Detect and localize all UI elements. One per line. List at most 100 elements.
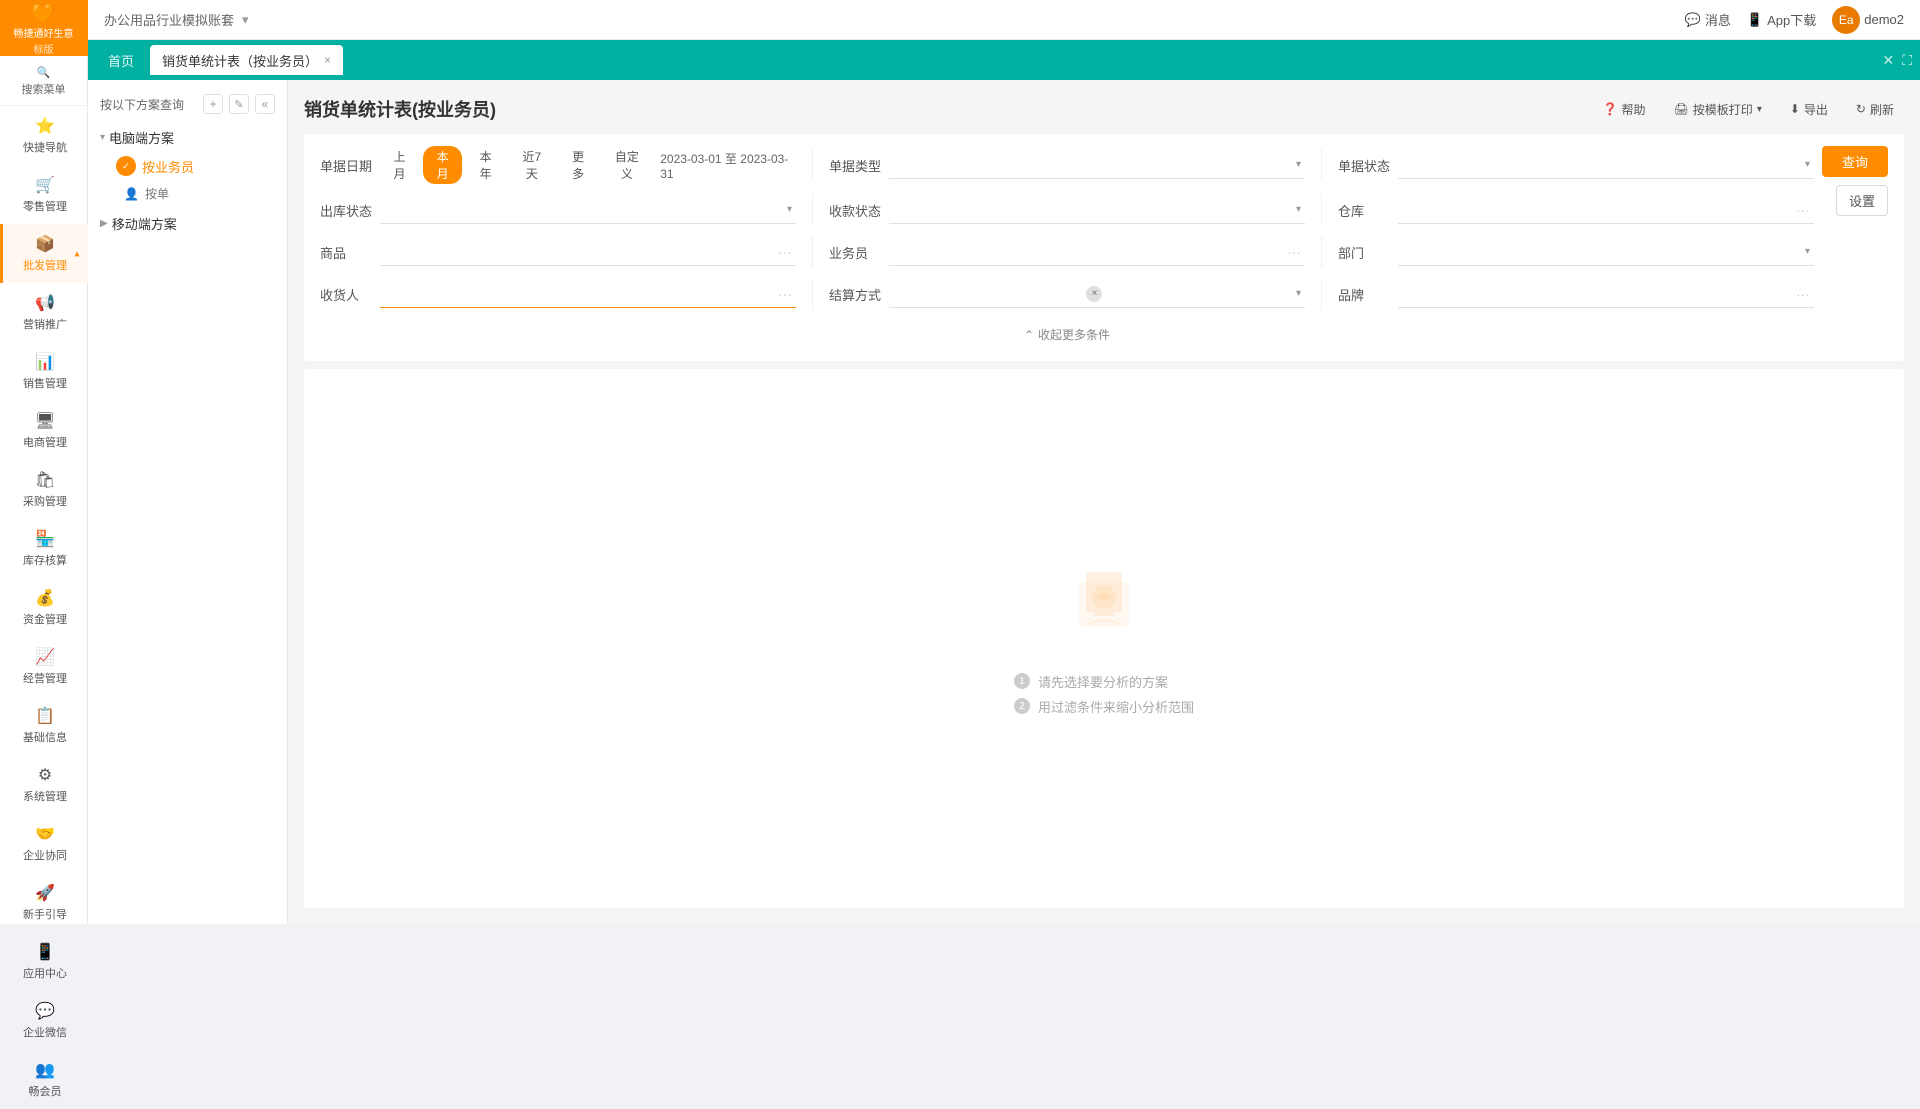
ecommerce-label: 电商管理 (23, 434, 67, 450)
retail-icon: 🛒 (35, 175, 55, 195)
bill-type-input[interactable]: ▾ (889, 151, 1305, 179)
filter-bill-status: 单据状态 ▾ (1338, 149, 1814, 181)
sidebar-item-ecommerce[interactable]: 🖥 电商管理 (0, 401, 88, 460)
edit-scheme-btn[interactable]: ✎ (229, 94, 249, 114)
print-arrow: ▾ (1757, 104, 1762, 115)
tip-1-num: 1 (1014, 673, 1030, 689)
out-status-input[interactable]: ▾ (380, 196, 796, 224)
close-window-icon[interactable]: ✕ (1882, 52, 1894, 69)
out-status-arrow: ▾ (787, 204, 792, 215)
refresh-btn[interactable]: ↻ 刷新 (1846, 97, 1904, 122)
sidebar-item-app-center[interactable]: 📱 应用中心 (0, 932, 88, 991)
scheme-sub-label: 按单 (145, 185, 169, 202)
brand-input[interactable]: ··· (1398, 280, 1814, 308)
filter-receiver: 收货人 ··· (320, 278, 796, 310)
receiver-input[interactable]: ··· (380, 280, 796, 308)
date-last-month-btn[interactable]: 上月 (380, 146, 419, 184)
sidebar-item-retail[interactable]: 🛒 零售管理 (0, 165, 88, 224)
app-download-btn[interactable]: 📱 App下载 (1747, 10, 1816, 29)
sidebar-item-enterprise[interactable]: 🤝 企业协同 (0, 814, 88, 873)
scheme-sub-item-by-order[interactable]: 👤 按单 (88, 181, 287, 206)
export-label: 导出 (1804, 101, 1828, 118)
sidebar-item-basic[interactable]: 📋 基础信息 (0, 696, 88, 755)
ecommerce-icon: 🖥 (35, 411, 55, 431)
print-btn[interactable]: 🖨 按模板打印 ▾ (1664, 97, 1772, 122)
bill-type-arrow: ▾ (1296, 159, 1301, 170)
settle-clear-btn[interactable]: × (1086, 286, 1102, 302)
filter-bill-type: 单据类型 ▾ (829, 149, 1305, 181)
search-icon: 🔍 (37, 66, 51, 79)
empty-tip-2: 2 用过滤条件来缩小分析范围 (1014, 697, 1194, 716)
goods-input[interactable]: ··· (380, 238, 796, 266)
scheme-arrow: ▾ (100, 132, 105, 143)
message-btn[interactable]: 💬 消息 (1685, 10, 1731, 29)
mobile-scheme-item[interactable]: ▶ 移动端方案 (88, 210, 287, 237)
desktop-scheme-title[interactable]: ▾ 电脑端方案 (88, 124, 287, 151)
page-title-text: 销货单统计表(按业务员) (304, 96, 496, 122)
maximize-icon[interactable]: ⛶ (1902, 52, 1912, 69)
tab-close-icon[interactable]: × (324, 53, 331, 67)
warehouse-input[interactable]: ··· (1398, 196, 1814, 224)
breadcrumb-arrow-icon[interactable]: ▾ (242, 12, 249, 28)
wechat-label: 企业微信 (23, 1024, 67, 1040)
sidebar-item-operation[interactable]: 📈 经营管理 (0, 637, 88, 696)
filter-dept: 部门 ▾ (1338, 236, 1814, 268)
export-btn[interactable]: ⬇ 导出 (1780, 97, 1838, 122)
collect-status-arrow: ▾ (1296, 204, 1301, 215)
sidebar-item-sales[interactable]: 📊 销售管理 (0, 342, 88, 401)
tip-2-text: 用过滤条件来缩小分析范围 (1038, 697, 1194, 716)
filter-divider-4 (1321, 194, 1322, 226)
sidebar-item-inventory[interactable]: 🏪 库存核算 (0, 519, 88, 578)
tab-active[interactable]: 销货单统计表（按业务员） × (150, 45, 343, 75)
app-center-icon: 📱 (35, 942, 55, 962)
message-label: 消息 (1705, 10, 1731, 29)
sidebar-item-marketing[interactable]: 📢 营销推广 (0, 283, 88, 342)
app-download-icon: 📱 (1747, 12, 1763, 28)
wholesale-arrow: ▴ (74, 248, 79, 259)
date-custom-btn[interactable]: 自定义 (602, 146, 653, 184)
collapse-filter-btn[interactable]: ⌃ 收起更多条件 (320, 320, 1814, 349)
sidebar-item-wholesale[interactable]: 📦 批发管理 ▴ (0, 224, 88, 283)
filter-divider-2 (1321, 149, 1322, 181)
sidebar-item-purchase[interactable]: 🛍 采购管理 (0, 460, 88, 519)
salesperson-input[interactable]: ··· (889, 238, 1305, 266)
help-label: 帮助 (1622, 101, 1646, 118)
enterprise-label: 企业协同 (23, 847, 67, 863)
query-btn[interactable]: 查询 (1822, 146, 1888, 177)
dept-input[interactable]: ▾ (1398, 238, 1814, 266)
collapse-panel-btn[interactable]: « (255, 94, 275, 114)
out-status-label: 出库状态 (320, 201, 380, 220)
date-more-btn[interactable]: 更多 (559, 146, 598, 184)
system-icon: ⚙ (38, 765, 52, 785)
sidebar-item-wechat[interactable]: 💬 企业微信 (0, 991, 88, 1050)
date-this-month-btn[interactable]: 本月 (423, 146, 462, 184)
main-area: 办公用品行业模拟账套 ▾ 💬 消息 📱 App下载 Ea demo2 首页 销货… (88, 0, 1920, 924)
bill-status-input[interactable]: ▾ (1398, 151, 1814, 179)
collect-status-input[interactable]: ▾ (889, 196, 1305, 224)
mobile-scheme-label: 移动端方案 (112, 214, 177, 233)
sidebar-item-newbie[interactable]: 🚀 新手引导 (0, 873, 88, 932)
scheme-active-dot: ✓ (116, 156, 136, 176)
date-last7-btn[interactable]: 近7天 (509, 146, 554, 184)
scheme-item-salesperson[interactable]: ✓ 按业务员 (88, 151, 287, 181)
sidebar-search[interactable]: 🔍 搜索菜单 (0, 56, 88, 106)
user-area[interactable]: Ea demo2 (1832, 6, 1904, 34)
newbie-icon: 🚀 (35, 883, 55, 903)
sidebar-item-member[interactable]: 👥 畅会员 (0, 1050, 88, 1109)
filter-date: 单据日期 上月 本月 本年 近7天 更多 自定义 2023-03-01 至 20… (320, 146, 796, 184)
basic-label: 基础信息 (23, 729, 67, 745)
sidebar-item-system[interactable]: ⚙ 系统管理 (0, 755, 88, 814)
add-scheme-btn[interactable]: + (203, 94, 223, 114)
settings-btn[interactable]: 设置 (1836, 185, 1888, 216)
warehouse-label: 仓库 (1338, 201, 1398, 220)
filter-main-rows: 单据日期 上月 本月 本年 近7天 更多 自定义 2023-03-01 至 20… (320, 146, 1814, 349)
sidebar-item-finance[interactable]: 💰 资金管理 (0, 578, 88, 637)
date-this-year-btn[interactable]: 本年 (466, 146, 505, 184)
tab-home[interactable]: 首页 (96, 51, 146, 70)
tip-2-num: 2 (1014, 698, 1030, 714)
sidebar-item-quick-nav[interactable]: ⭐ 快捷导航 (0, 106, 88, 165)
settle-input[interactable]: × ▾ (889, 280, 1305, 308)
filter-divider-3 (812, 194, 813, 226)
help-btn[interactable]: ❓ 帮助 (1593, 97, 1656, 122)
tab-bar: 首页 销货单统计表（按业务员） × ✕ ⛶ (88, 40, 1920, 80)
